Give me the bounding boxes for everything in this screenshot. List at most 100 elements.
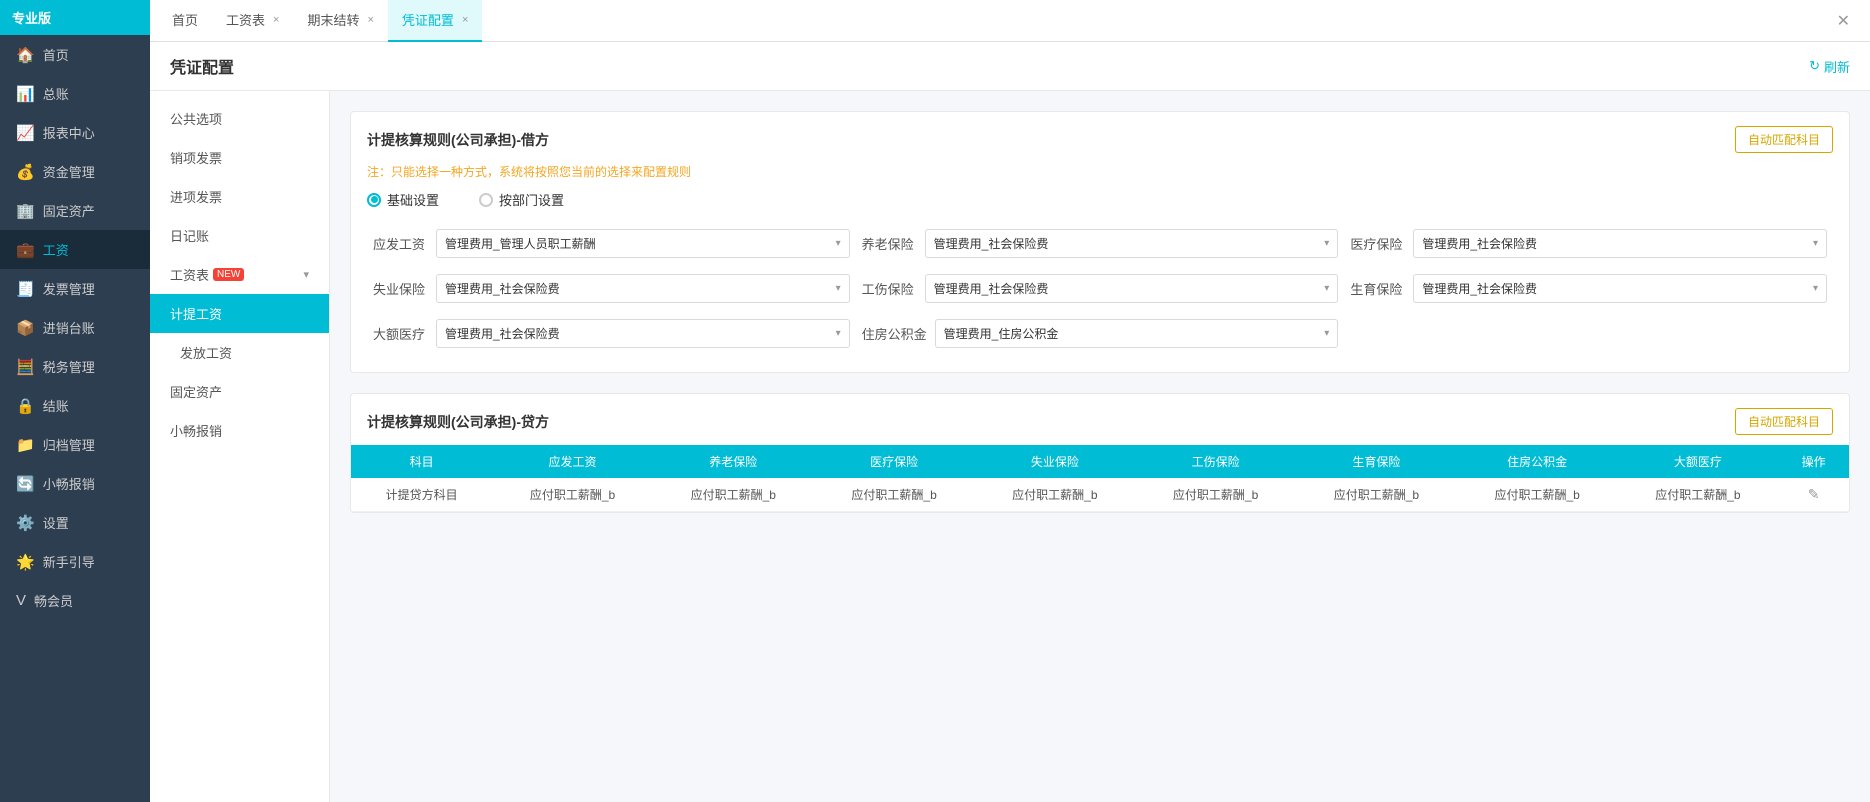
- td-pension-val: 应付职工薪酬_b: [653, 478, 814, 512]
- sidebar-item-home[interactable]: 🏠 首页: [0, 35, 150, 74]
- section-credit: 计提核算规则(公司承担)-贷方 自动匹配科目 科目 应发工资 养老保险 医疗保险…: [350, 393, 1850, 513]
- th-action: 操作: [1778, 445, 1849, 478]
- sidebar-label-invoice: 发票管理: [43, 279, 95, 298]
- sidebar-label-home: 首页: [43, 45, 69, 64]
- sidebar-item-vip[interactable]: V 畅会员: [0, 581, 150, 620]
- tab-period-end-close[interactable]: ×: [367, 14, 373, 26]
- vip-icon: V: [16, 592, 26, 609]
- form-label-0: 应发工资: [373, 234, 428, 253]
- form-select-0[interactable]: 管理费用_管理人员职工薪酬 ▾: [436, 229, 850, 258]
- chevron-down-icon-0: ▾: [836, 238, 841, 249]
- salary-icon: 💼: [16, 241, 35, 259]
- expense-icon: 🔄: [16, 475, 35, 493]
- left-nav-cancel-invoice[interactable]: 销项发票: [150, 138, 329, 177]
- left-nav-fixed-assets[interactable]: 固定资产: [150, 372, 329, 411]
- table-header-row: 科目 应发工资 养老保险 医疗保险 失业保险 工伤保险 生育保险 住房公积金 大…: [351, 445, 1849, 478]
- radio-basic[interactable]: 基础设置: [367, 190, 439, 209]
- left-nav-salary-table-label: 工资表: [170, 265, 209, 284]
- tab-voucher-config[interactable]: 凭证配置 ×: [388, 0, 482, 42]
- left-nav-pay-salary[interactable]: 发放工资: [150, 333, 329, 372]
- td-action[interactable]: ✎: [1778, 478, 1849, 512]
- th-medical: 医疗保险: [814, 445, 975, 478]
- left-nav-journal[interactable]: 日记账: [150, 216, 329, 255]
- tab-home-label: 首页: [172, 10, 198, 29]
- archive-icon: 📁: [16, 436, 35, 454]
- sidebar-label-ledger: 总账: [43, 84, 69, 103]
- new-badge: NEW: [213, 268, 244, 281]
- tab-salary-table[interactable]: 工资表 ×: [212, 0, 293, 42]
- sidebar-item-report[interactable]: 📈 报表中心: [0, 113, 150, 152]
- form-label-1: 养老保险: [862, 234, 917, 253]
- td-salary-val: 应付职工薪酬_b: [492, 478, 653, 512]
- form-label-5: 生育保险: [1350, 279, 1405, 298]
- section-credit-title: 计提核算规则(公司承担)-贷方: [367, 412, 549, 432]
- sidebar-label-capital: 资金管理: [43, 162, 95, 181]
- main-content: 计提核算规则(公司承担)-借方 自动匹配科目 注：只能选择一种方式，系统将按照您…: [330, 91, 1870, 802]
- tab-voucher-config-close[interactable]: ×: [462, 14, 468, 26]
- sidebar-item-ledger[interactable]: 📊 总账: [0, 74, 150, 113]
- window-close-button[interactable]: ✕: [1825, 11, 1862, 31]
- left-nav-input-invoice[interactable]: 进项发票: [150, 177, 329, 216]
- section-debit-header: 计提核算规则(公司承担)-借方 自动匹配科目: [351, 112, 1849, 163]
- th-fund: 住房公积金: [1457, 445, 1618, 478]
- form-select-3[interactable]: 管理费用_社会保险费 ▾: [436, 274, 850, 303]
- sidebar-item-tax[interactable]: 🧮 税务管理: [0, 347, 150, 386]
- section-credit-header: 计提核算规则(公司承担)-贷方 自动匹配科目: [351, 394, 1849, 445]
- th-unemploy: 失业保险: [974, 445, 1135, 478]
- refresh-button[interactable]: ↻ 刷新: [1809, 57, 1850, 76]
- left-nav-calc-salary[interactable]: 计提工资: [150, 294, 329, 333]
- sidebar-label-tax: 税务管理: [43, 357, 95, 376]
- td-medical-val: 应付职工薪酬_b: [814, 478, 975, 512]
- tab-home[interactable]: 首页: [158, 0, 212, 42]
- page-header: 凭证配置 ↻ 刷新: [150, 42, 1870, 91]
- left-nav-expense[interactable]: 小畅报销: [150, 411, 329, 450]
- sidebar-item-archive[interactable]: 📁 归档管理: [0, 425, 150, 464]
- form-select-4[interactable]: 管理费用_社会保险费 ▾: [925, 274, 1339, 303]
- left-nav-salary-table[interactable]: 工资表 NEW ▾: [150, 255, 329, 294]
- form-select-2[interactable]: 管理费用_社会保险费 ▾: [1413, 229, 1827, 258]
- tab-voucher-config-label: 凭证配置: [402, 10, 454, 29]
- td-subject: 计提贷方科目: [351, 478, 492, 512]
- radio-basic-label: 基础设置: [387, 190, 439, 209]
- sidebar-item-capital[interactable]: 💰 资金管理: [0, 152, 150, 191]
- left-nav-public-label: 公共选项: [170, 109, 222, 128]
- sidebar-item-guide[interactable]: 🌟 新手引导: [0, 542, 150, 581]
- sidebar-item-expense[interactable]: 🔄 小畅报销: [0, 464, 150, 503]
- form-select-1[interactable]: 管理费用_社会保险费 ▾: [925, 229, 1339, 258]
- tab-salary-table-close[interactable]: ×: [273, 14, 279, 26]
- radio-basic-circle: [367, 193, 381, 207]
- table-row: 计提贷方科目 应付职工薪酬_b 应付职工薪酬_b 应付职工薪酬_b 应付职工薪酬…: [351, 478, 1849, 512]
- sidebar-item-stock[interactable]: 📦 进销台账: [0, 308, 150, 347]
- form-label-4: 工伤保险: [862, 279, 917, 298]
- sidebar-label-archive: 归档管理: [43, 435, 95, 454]
- form-select-value-4: 管理费用_社会保险费: [934, 280, 1321, 297]
- credit-table: 科目 应发工资 养老保险 医疗保险 失业保险 工伤保险 生育保险 住房公积金 大…: [351, 445, 1849, 512]
- auto-match-credit-button[interactable]: 自动匹配科目: [1735, 408, 1833, 435]
- main-area: 首页 工资表 × 期末结转 × 凭证配置 × ✕ 凭证配置 ↻ 刷新 公共选项: [150, 0, 1870, 802]
- left-nav-public[interactable]: 公共选项: [150, 99, 329, 138]
- form-label-6: 大额医疗: [373, 324, 428, 343]
- sidebar-label-stock: 进销台账: [43, 318, 95, 337]
- radio-department[interactable]: 按部门设置: [479, 190, 564, 209]
- form-label-2: 医疗保险: [1350, 234, 1405, 253]
- sidebar-label-guide: 新手引导: [43, 552, 95, 571]
- th-injury: 工伤保险: [1135, 445, 1296, 478]
- sidebar-item-asset[interactable]: 🏢 固定资产: [0, 191, 150, 230]
- tab-period-end[interactable]: 期末结转 ×: [293, 0, 387, 42]
- form-select-7[interactable]: 管理费用_住房公积金 ▾: [935, 319, 1339, 348]
- sidebar-item-settings[interactable]: ⚙️ 设置: [0, 503, 150, 542]
- form-select-5[interactable]: 管理费用_社会保险费 ▾: [1413, 274, 1827, 303]
- form-item-4: 工伤保险 管理费用_社会保险费 ▾: [856, 266, 1345, 311]
- brand-label: 专业版: [0, 0, 150, 35]
- sidebar-item-invoice[interactable]: 🧾 发票管理: [0, 269, 150, 308]
- auto-match-debit-button[interactable]: 自动匹配科目: [1735, 126, 1833, 153]
- form-select-6[interactable]: 管理费用_社会保险费 ▾: [436, 319, 850, 348]
- radio-department-label: 按部门设置: [499, 190, 564, 209]
- edit-icon[interactable]: ✎: [1808, 486, 1820, 502]
- form-item-2: 医疗保险 管理费用_社会保险费 ▾: [1344, 221, 1833, 266]
- sidebar-item-close[interactable]: 🔒 结账: [0, 386, 150, 425]
- sidebar-item-salary[interactable]: 💼 工资: [0, 230, 150, 269]
- form-select-value-3: 管理费用_社会保险费: [445, 280, 832, 297]
- form-select-value-2: 管理费用_社会保险费: [1422, 235, 1809, 252]
- form-item-5: 生育保险 管理费用_社会保险费 ▾: [1344, 266, 1833, 311]
